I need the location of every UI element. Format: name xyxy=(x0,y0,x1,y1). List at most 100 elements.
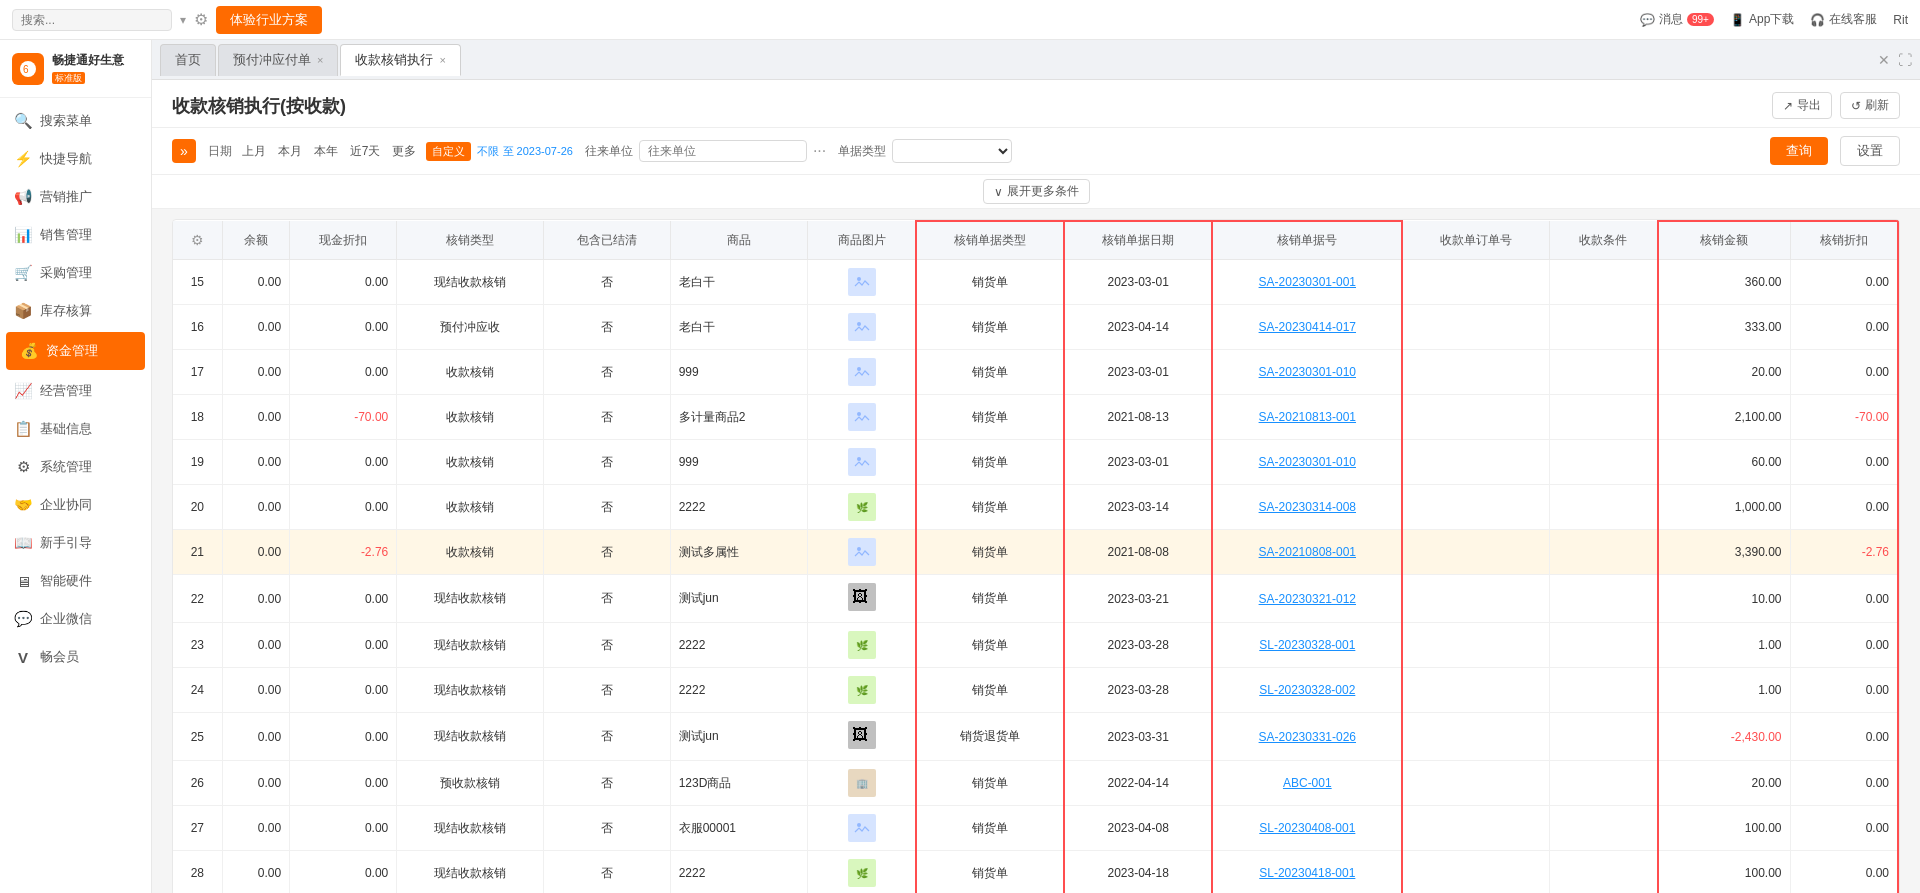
cell-writeoff-type: 收款核销 xyxy=(397,350,544,395)
partner-dots[interactable]: ··· xyxy=(813,142,826,160)
tab-prepay-close[interactable]: × xyxy=(317,54,323,66)
money-icon: 💰 xyxy=(20,342,38,360)
tab-prepay-label: 预付冲应付单 xyxy=(233,51,311,69)
tab-home-label: 首页 xyxy=(175,51,201,69)
cell-no: 24 xyxy=(173,668,222,713)
cell-report-date: 2023-04-18 xyxy=(1064,851,1212,894)
report-no-link[interactable]: SA-20230321-012 xyxy=(1259,592,1356,606)
book-icon: 📖 xyxy=(14,534,32,552)
sidebar-item-search[interactable]: 🔍 搜索菜单 xyxy=(0,102,151,140)
cell-writeoff-amount: 100.00 xyxy=(1658,851,1790,894)
sidebar-item-finance[interactable]: 💰 资金管理 xyxy=(6,332,145,370)
report-no-link[interactable]: ABC-001 xyxy=(1283,776,1332,790)
cell-include-settled: 否 xyxy=(543,260,670,305)
cell-report-type: 销货单 xyxy=(916,260,1064,305)
settings-button[interactable]: 设置 xyxy=(1840,136,1900,166)
sidebar-item-membership[interactable]: V 畅会员 xyxy=(0,638,151,676)
industry-plan-button[interactable]: 体验行业方案 xyxy=(216,6,322,34)
cell-writeoff-type: 现结收款核销 xyxy=(397,851,544,894)
sidebar-item-system[interactable]: ⚙ 系统管理 xyxy=(0,448,151,486)
date-this-month[interactable]: 本月 xyxy=(274,141,306,162)
product-image: 🌿 xyxy=(848,859,876,887)
cell-report-no: ABC-001 xyxy=(1212,761,1402,806)
cell-report-no: SA-20230301-010 xyxy=(1212,440,1402,485)
svg-point-11 xyxy=(857,457,861,461)
th-gear[interactable]: ⚙ xyxy=(173,221,222,260)
cell-include-settled: 否 xyxy=(543,761,670,806)
date-custom-link[interactable]: 自定义 xyxy=(426,142,471,161)
expand-more-button[interactable]: ∨ 展开更多条件 xyxy=(983,179,1090,204)
sidebar-item-operations[interactable]: 📈 经营管理 xyxy=(0,372,151,410)
export-button[interactable]: ↗ 导出 xyxy=(1772,92,1832,119)
voucher-type-label: 单据类型 xyxy=(838,143,886,160)
cell-writeoff-amount: 333.00 xyxy=(1658,305,1790,350)
cell-product: 老白干 xyxy=(670,260,808,305)
report-no-link[interactable]: SA-20230301-010 xyxy=(1259,455,1356,469)
report-no-link[interactable]: SL-20230408-001 xyxy=(1259,821,1355,835)
report-no-link[interactable]: SA-20230314-008 xyxy=(1259,500,1356,514)
cell-report-no: SL-20230328-002 xyxy=(1212,668,1402,713)
flash-icon: ⚡ xyxy=(14,150,32,168)
cell-product-img: 🌿 xyxy=(808,851,916,894)
cell-product-img xyxy=(808,260,916,305)
report-no-link[interactable]: SA-20230331-026 xyxy=(1259,730,1356,744)
sidebar-item-enterprise[interactable]: 🤝 企业协同 xyxy=(0,486,151,524)
voucher-type-select[interactable] xyxy=(892,139,1012,163)
sidebar-item-purchase[interactable]: 🛒 采购管理 xyxy=(0,254,151,292)
sidebar-item-label: 营销推广 xyxy=(40,188,92,206)
search-input[interactable] xyxy=(12,9,172,31)
report-no-link[interactable]: SL-20230418-001 xyxy=(1259,866,1355,880)
sidebar-item-sales[interactable]: 📊 销售管理 xyxy=(0,216,151,254)
tab-writeoff-close[interactable]: × xyxy=(439,54,445,66)
report-no-link[interactable]: SL-20230328-002 xyxy=(1259,683,1355,697)
cell-cash-discount: 0.00 xyxy=(290,350,397,395)
cell-writeoff-amount: 100.00 xyxy=(1658,806,1790,851)
gear-icon[interactable]: ⚙ xyxy=(194,10,208,29)
cell-writeoff-type: 收款核销 xyxy=(397,395,544,440)
cell-receipt-terms xyxy=(1550,713,1658,761)
tab-prepay[interactable]: 预付冲应付单 × xyxy=(218,44,338,76)
sidebar-item-quicknav[interactable]: ⚡ 快捷导航 xyxy=(0,140,151,178)
gear-settings-icon[interactable]: ⚙ xyxy=(191,232,204,248)
tab-writeoff[interactable]: 收款核销执行 × xyxy=(340,44,460,76)
app-download-button[interactable]: 📱 App下载 xyxy=(1730,11,1794,28)
online-service-button[interactable]: 🎧 在线客服 xyxy=(1810,11,1877,28)
filter-expand-button[interactable]: » xyxy=(172,139,196,163)
chevron-down-icon: ▾ xyxy=(180,13,186,27)
sidebar-item-hardware[interactable]: 🖥 智能硬件 xyxy=(0,562,151,600)
report-no-link[interactable]: SA-20210813-001 xyxy=(1259,410,1356,424)
cell-receipt-order-no xyxy=(1402,260,1549,305)
sidebar-item-inventory[interactable]: 📦 库存核算 xyxy=(0,292,151,330)
expand-more-bar: ∨ 展开更多条件 xyxy=(152,175,1920,209)
refresh-button[interactable]: ↺ 刷新 xyxy=(1840,92,1900,119)
date-more[interactable]: 更多 xyxy=(388,141,420,162)
tab-home[interactable]: 首页 xyxy=(160,44,216,76)
messages-button[interactable]: 💬 消息 99+ xyxy=(1640,11,1714,28)
date-7days[interactable]: 近7天 xyxy=(346,141,385,162)
sidebar-item-basic-info[interactable]: 📋 基础信息 xyxy=(0,410,151,448)
report-no-link[interactable]: SA-20230414-017 xyxy=(1259,320,1356,334)
cell-report-no: SL-20230408-001 xyxy=(1212,806,1402,851)
report-no-link[interactable]: SL-20230328-001 xyxy=(1259,638,1355,652)
cell-balance: 0.00 xyxy=(222,395,290,440)
date-range-display: 不限 至 2023-07-26 xyxy=(477,144,572,159)
report-no-link[interactable]: SA-20230301-001 xyxy=(1259,275,1356,289)
user-profile[interactable]: Rit xyxy=(1893,13,1908,27)
sidebar-item-marketing[interactable]: 📢 营销推广 xyxy=(0,178,151,216)
sidebar-item-wechat[interactable]: 💬 企业微信 xyxy=(0,600,151,638)
report-no-link[interactable]: SA-20230301-010 xyxy=(1259,365,1356,379)
cell-balance: 0.00 xyxy=(222,440,290,485)
partner-filter-input[interactable] xyxy=(639,140,807,162)
fullscreen-button[interactable]: ⛶ xyxy=(1898,52,1912,68)
filter-bar: » 日期 上月 本月 本年 近7天 更多 自定义 不限 至 2023-07-26… xyxy=(152,128,1920,175)
close-tab-button[interactable]: ✕ xyxy=(1878,52,1890,68)
report-no-link[interactable]: SA-20210808-001 xyxy=(1259,545,1356,559)
sidebar-item-guide[interactable]: 📖 新手引导 xyxy=(0,524,151,562)
cell-include-settled: 否 xyxy=(543,713,670,761)
date-last-month[interactable]: 上月 xyxy=(238,141,270,162)
tab-writeoff-label: 收款核销执行 xyxy=(355,51,433,69)
query-button[interactable]: 查询 xyxy=(1770,137,1828,165)
top-bar-left: ▾ ⚙ 体验行业方案 xyxy=(12,6,1630,34)
message-icon: 💬 xyxy=(1640,13,1655,27)
date-this-year[interactable]: 本年 xyxy=(310,141,342,162)
